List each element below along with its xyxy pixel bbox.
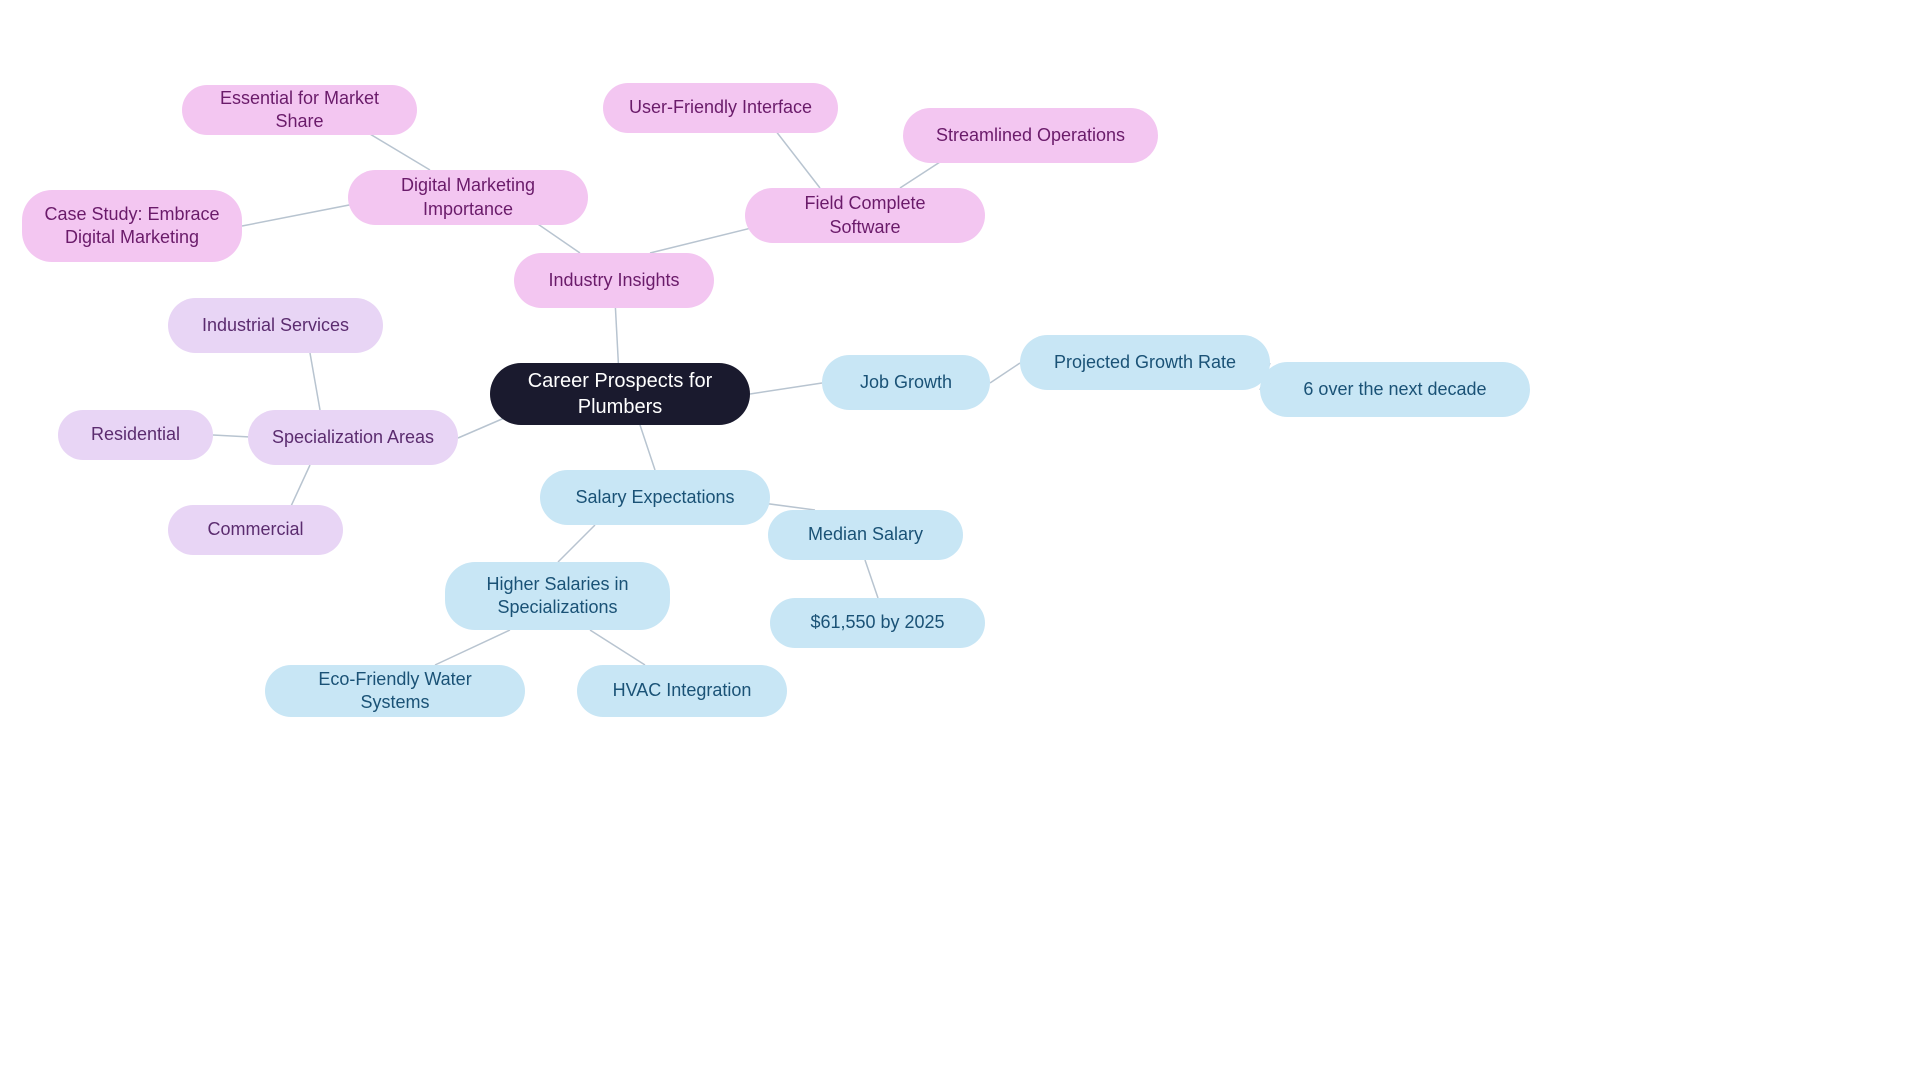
salary-expectations-node[interactable]: Salary Expectations [540, 470, 770, 525]
streamlined-label: Streamlined Operations [936, 124, 1125, 147]
industry-insights-label: Industry Insights [548, 269, 679, 292]
industry-insights-node[interactable]: Industry Insights [514, 253, 714, 308]
digital-marketing-label: Digital Marketing Importance [370, 174, 566, 221]
industrial-services-label: Industrial Services [202, 314, 349, 337]
field-complete-node[interactable]: Field Complete Software [745, 188, 985, 243]
user-friendly-node[interactable]: User-Friendly Interface [603, 83, 838, 133]
center-node[interactable]: Career Prospects for Plumbers [490, 363, 750, 425]
projected-growth-node[interactable]: Projected Growth Rate [1020, 335, 1270, 390]
specialization-areas-label: Specialization Areas [272, 426, 434, 449]
higher-salaries-label: Higher Salaries in Specializations [467, 573, 648, 620]
streamlined-node[interactable]: Streamlined Operations [903, 108, 1158, 163]
residential-label: Residential [91, 423, 180, 446]
job-growth-label: Job Growth [860, 371, 952, 394]
over-decade-label: 6 over the next decade [1303, 378, 1486, 401]
over-decade-node[interactable]: 6 over the next decade [1260, 362, 1530, 417]
case-study-node[interactable]: Case Study: Embrace Digital Marketing [22, 190, 242, 262]
essential-market-node[interactable]: Essential for Market Share [182, 85, 417, 135]
commercial-label: Commercial [207, 518, 303, 541]
case-study-label: Case Study: Embrace Digital Marketing [44, 203, 220, 250]
median-salary-node[interactable]: Median Salary [768, 510, 963, 560]
eco-friendly-label: Eco-Friendly Water Systems [287, 668, 503, 715]
salary-amount-label: $61,550 by 2025 [810, 611, 944, 634]
higher-salaries-node[interactable]: Higher Salaries in Specializations [445, 562, 670, 630]
salary-expectations-label: Salary Expectations [575, 486, 734, 509]
median-salary-label: Median Salary [808, 523, 923, 546]
field-complete-label: Field Complete Software [767, 192, 963, 239]
projected-growth-label: Projected Growth Rate [1054, 351, 1236, 374]
residential-node[interactable]: Residential [58, 410, 213, 460]
job-growth-node[interactable]: Job Growth [822, 355, 990, 410]
commercial-node[interactable]: Commercial [168, 505, 343, 555]
essential-market-label: Essential for Market Share [204, 87, 395, 134]
eco-friendly-node[interactable]: Eco-Friendly Water Systems [265, 665, 525, 717]
hvac-label: HVAC Integration [613, 679, 752, 702]
user-friendly-label: User-Friendly Interface [629, 96, 812, 119]
digital-marketing-node[interactable]: Digital Marketing Importance [348, 170, 588, 225]
specialization-areas-node[interactable]: Specialization Areas [248, 410, 458, 465]
hvac-node[interactable]: HVAC Integration [577, 665, 787, 717]
industrial-services-node[interactable]: Industrial Services [168, 298, 383, 353]
salary-amount-node[interactable]: $61,550 by 2025 [770, 598, 985, 648]
center-label: Career Prospects for Plumbers [512, 368, 728, 420]
